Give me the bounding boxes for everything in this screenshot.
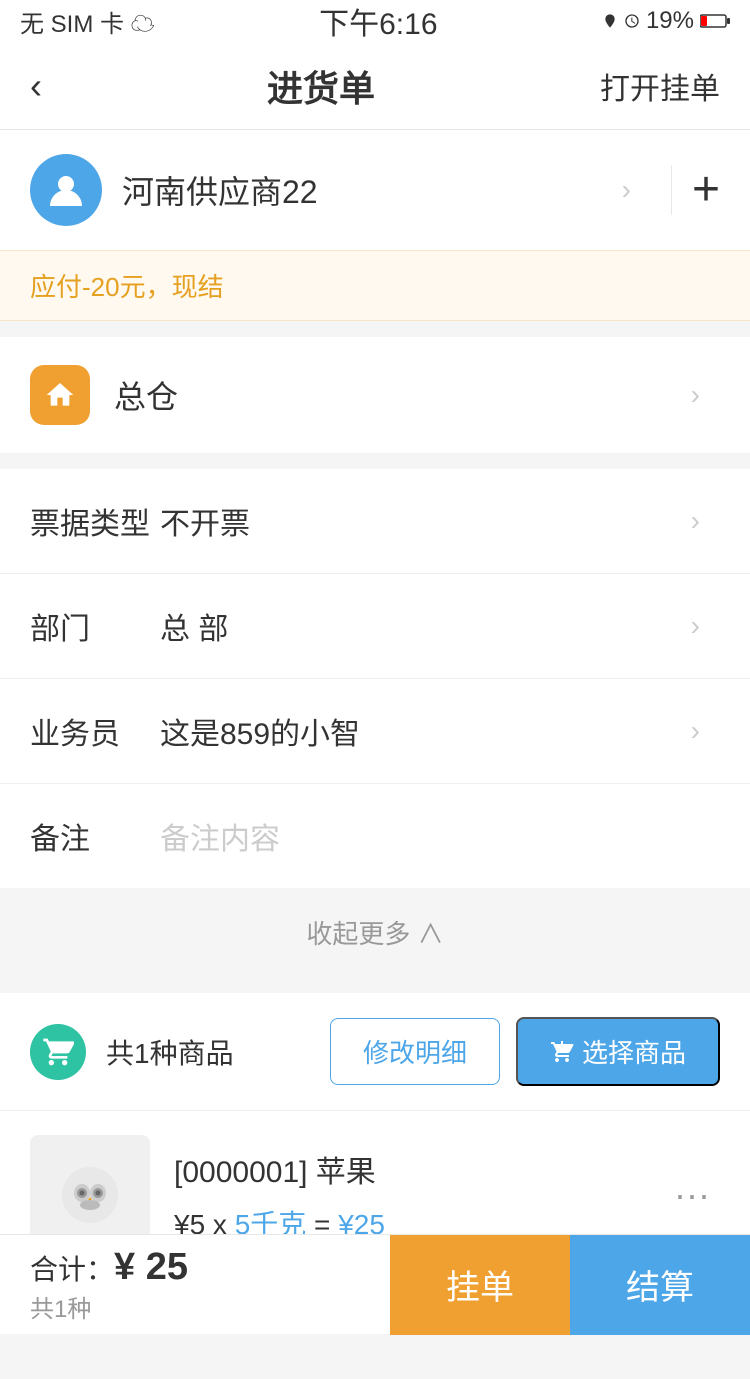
form-section: 票据类型 不开票 › 部门 总 部 › 业务员 这是859的小智 › 备注 备注… — [0, 469, 750, 888]
invoice-value: 不开票 — [160, 499, 691, 543]
checkout-label: 结算 — [626, 1260, 694, 1309]
warehouse-row[interactable]: 总仓 › — [0, 337, 750, 453]
products-icon-bg — [30, 1024, 86, 1080]
invoice-type-row[interactable]: 票据类型 不开票 › — [0, 469, 750, 574]
total-label: 合计： — [30, 1254, 114, 1285]
warning-banner: 应付-20元，现结 — [0, 250, 750, 321]
owl-logo — [60, 1165, 120, 1225]
remark-placeholder[interactable]: 备注内容 — [160, 814, 720, 858]
product-name: [0000001] 苹果 — [174, 1147, 664, 1191]
select-product-button[interactable]: 选择商品 — [516, 1017, 720, 1086]
dept-row[interactable]: 部门 总 部 › — [0, 574, 750, 679]
supplier-chevron-icon: › — [622, 174, 631, 206]
sales-chevron-icon: › — [691, 715, 700, 747]
status-time: 下午6:16 — [319, 0, 437, 43]
remark-label: 备注 — [30, 814, 160, 858]
back-button[interactable]: ‹ — [30, 65, 42, 107]
product-info: [0000001] 苹果 ¥5 x 5千克 = ¥25 — [174, 1147, 664, 1243]
warning-text: 应付-20元，现结 — [30, 272, 224, 302]
invoice-chevron-icon: › — [691, 505, 700, 537]
product-more-button[interactable]: ··· — [664, 1164, 720, 1226]
open-pending-button[interactable]: 打开挂单 — [600, 64, 720, 108]
warehouse-name: 总仓 — [114, 372, 691, 418]
products-count: 共1种商品 — [106, 1032, 330, 1072]
location-icon — [602, 13, 618, 29]
add-supplier-button[interactable]: + — [692, 166, 720, 214]
person-icon — [46, 170, 86, 210]
supplier-name: 河南供应商22 — [122, 167, 622, 213]
total-value: ¥ 25 — [114, 1246, 188, 1288]
sales-value: 这是859的小智 — [160, 709, 691, 753]
dept-value: 总 部 — [160, 604, 691, 648]
total-section: 合计：¥ 25 共1种 — [0, 1246, 390, 1324]
sales-label: 业务员 — [30, 709, 160, 753]
edit-detail-button[interactable]: 修改明细 — [330, 1018, 500, 1085]
home-icon — [44, 379, 76, 411]
warehouse-chevron-icon: › — [691, 379, 700, 411]
total-amount: 合计：¥ 25 — [30, 1246, 360, 1289]
checkout-button[interactable]: 结算 — [570, 1235, 750, 1335]
page-title: 进货单 — [267, 60, 375, 112]
battery-icon — [700, 13, 730, 29]
status-bar: 无 SIM 卡 ☁ 下午6:16 19% — [0, 0, 750, 42]
supplier-section: 河南供应商22 › + 应付-20元，现结 — [0, 130, 750, 321]
status-right: 19% — [602, 7, 730, 35]
divider — [671, 165, 672, 215]
cart-icon — [42, 1036, 74, 1068]
sim-status: 无 SIM 卡 ☁ — [20, 4, 155, 39]
collapse-row[interactable]: 收起更多 ∧ — [0, 888, 750, 977]
warehouse-icon-bg — [30, 365, 90, 425]
main-content: 河南供应商22 › + 应付-20元，现结 总仓 › 票据类型 不开票 › 部门… — [0, 130, 750, 1379]
total-count: 共1种 — [30, 1289, 360, 1324]
sales-row[interactable]: 业务员 这是859的小智 › — [0, 679, 750, 784]
nav-bar: ‹ 进货单 打开挂单 — [0, 42, 750, 130]
invoice-label: 票据类型 — [30, 499, 160, 543]
remark-row[interactable]: 备注 备注内容 — [0, 784, 750, 888]
collapse-text: 收起更多 ∧ — [306, 919, 443, 949]
alarm-icon — [624, 13, 640, 29]
battery-text: 19% — [646, 7, 694, 35]
supplier-avatar — [30, 154, 102, 226]
cart-add-icon — [550, 1040, 574, 1064]
status-left: 无 SIM 卡 ☁ — [20, 4, 155, 39]
dept-chevron-icon: › — [691, 610, 700, 642]
product-title: 苹果 — [316, 1156, 376, 1189]
product-code: [0000001] — [174, 1156, 316, 1189]
products-header: 共1种商品 修改明细 选择商品 — [0, 993, 750, 1111]
dept-label: 部门 — [30, 604, 160, 648]
hang-label: 挂单 — [446, 1260, 514, 1309]
supplier-row[interactable]: 河南供应商22 › + — [0, 130, 750, 250]
hang-button[interactable]: 挂单 — [390, 1235, 570, 1335]
bottom-bar: 合计：¥ 25 共1种 挂单 结算 — [0, 1234, 750, 1334]
select-product-label: 选择商品 — [582, 1033, 686, 1070]
